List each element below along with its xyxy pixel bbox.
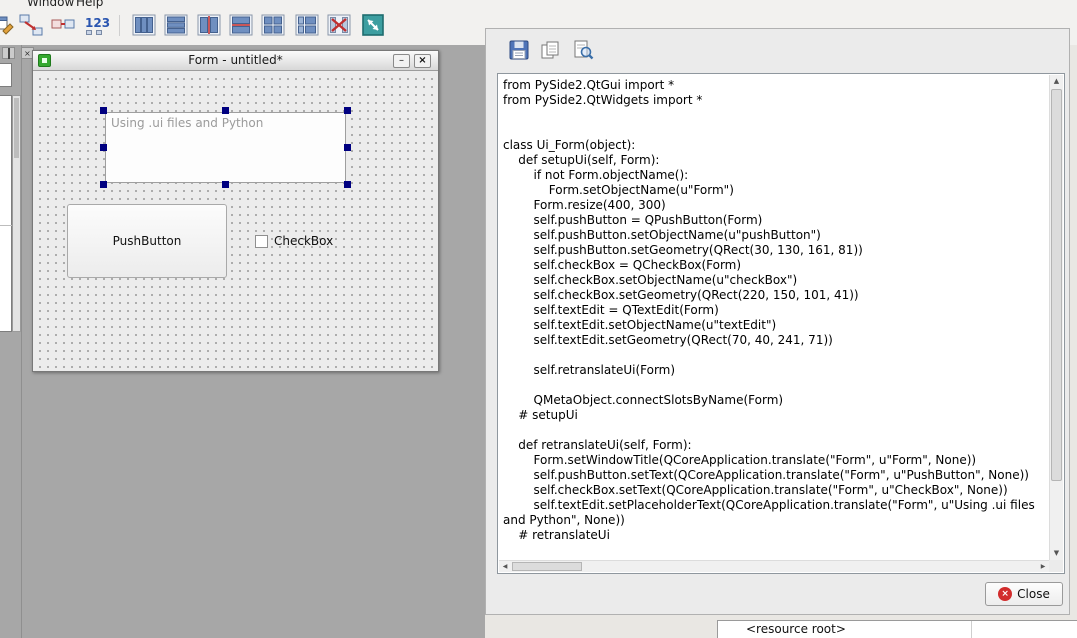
dock-title-buttons: × [2,47,36,61]
break-layout-icon[interactable] [326,12,352,38]
qt-designer-app: Window Help 123 [0,0,1077,638]
scrollbar-corner [1049,560,1063,572]
view-code-dialog: from PySide2.QtGui import * from PySide2… [485,28,1070,615]
horizontal-scrollbar-thumb[interactable] [512,562,582,571]
code-vertical-scrollbar[interactable]: ▲ ▼ [1049,75,1063,560]
pushbutton-widget[interactable]: PushButton [67,204,227,278]
selection-handle-n[interactable] [222,107,229,114]
edit-widgets-icon[interactable] [0,12,16,38]
selection-handle-w[interactable] [100,144,107,151]
adjust-size-icon[interactable] [360,12,386,38]
layout-grid-icon[interactable] [260,12,286,38]
layout-horizontal-splitter-icon[interactable] [196,12,222,38]
widgetbox-panel-edge [0,95,12,332]
edit-buddies-icon[interactable] [50,12,76,38]
checkbox-indicator[interactable] [255,235,268,248]
layout-horizontal-icon[interactable] [131,12,157,38]
scroll-down-icon[interactable]: ▼ [1050,547,1063,560]
widgetbox-divider [0,225,12,226]
menu-help[interactable]: Help [76,0,103,9]
textedit-placeholder: Using .ui files and Python [111,116,263,130]
form-window-title: Form - untitled* [33,53,438,67]
selection-handle-se[interactable] [344,181,351,188]
scroll-right-icon[interactable]: ▶ [1037,561,1049,572]
widgetbox-filter-edge[interactable] [0,63,12,87]
tab-order-box2-icon [96,30,102,35]
selection-handle-sw[interactable] [100,181,107,188]
toolbar-separator [119,15,120,36]
close-button-label: Close [1017,587,1050,601]
generated-code[interactable]: from PySide2.QtGui import * from PySide2… [498,74,1049,560]
tab-order-box-icon [86,30,92,35]
vertical-scrollbar-thumb[interactable] [1051,89,1062,481]
checkbox-widget[interactable]: CheckBox [255,233,333,249]
textedit-widget[interactable]: Using .ui files and Python [105,112,346,183]
find-icon[interactable] [571,38,595,62]
dock-float-button[interactable] [2,47,15,59]
resource-browser: <resource root> [717,620,1077,638]
widgetbox-scrollbar[interactable] [12,95,21,332]
save-icon[interactable] [507,38,531,62]
dock-panel-edge [21,45,22,638]
widgetbox-scrollbar-thumb[interactable] [14,98,19,158]
menu-window[interactable]: Window [27,0,74,9]
selection-handle-s[interactable] [222,181,229,188]
copy-icon[interactable] [538,38,562,62]
menubar: Window Help [0,0,1077,9]
minimize-button[interactable]: – [393,54,410,68]
dock-float-icon [8,48,10,59]
tab-order-glyph: 123 [85,16,110,30]
code-horizontal-scrollbar[interactable]: ◀ ▶ [499,560,1049,572]
edit-tab-order-icon[interactable]: 123 [82,12,108,38]
form-canvas[interactable]: Using .ui files and Python PushButton Ch… [33,72,438,371]
layout-vertical-icon[interactable] [163,12,189,38]
edit-signals-slots-icon[interactable] [18,12,44,38]
scroll-left-icon[interactable]: ◀ [499,561,511,572]
close-button[interactable]: × [414,54,431,68]
selection-handle-nw[interactable] [100,107,107,114]
checkbox-label: CheckBox [274,234,333,248]
dialog-close-button[interactable]: × Close [985,582,1063,606]
textedit-selection: Using .ui files and Python [105,112,346,183]
code-view: from PySide2.QtGui import * from PySide2… [497,73,1065,574]
selection-handle-ne[interactable] [344,107,351,114]
selection-handle-e[interactable] [344,144,351,151]
resource-root-item[interactable]: <resource root> [746,622,846,636]
layout-form-icon[interactable] [294,12,320,38]
resource-panel-divider [971,621,972,638]
close-icon: × [998,587,1012,601]
form-editor-window: Form - untitled* – × Using .ui files and… [32,50,439,372]
layout-vertical-splitter-icon[interactable] [228,12,254,38]
scroll-up-icon[interactable]: ▲ [1050,75,1063,88]
form-window-titlebar[interactable]: Form - untitled* – × [33,51,438,71]
